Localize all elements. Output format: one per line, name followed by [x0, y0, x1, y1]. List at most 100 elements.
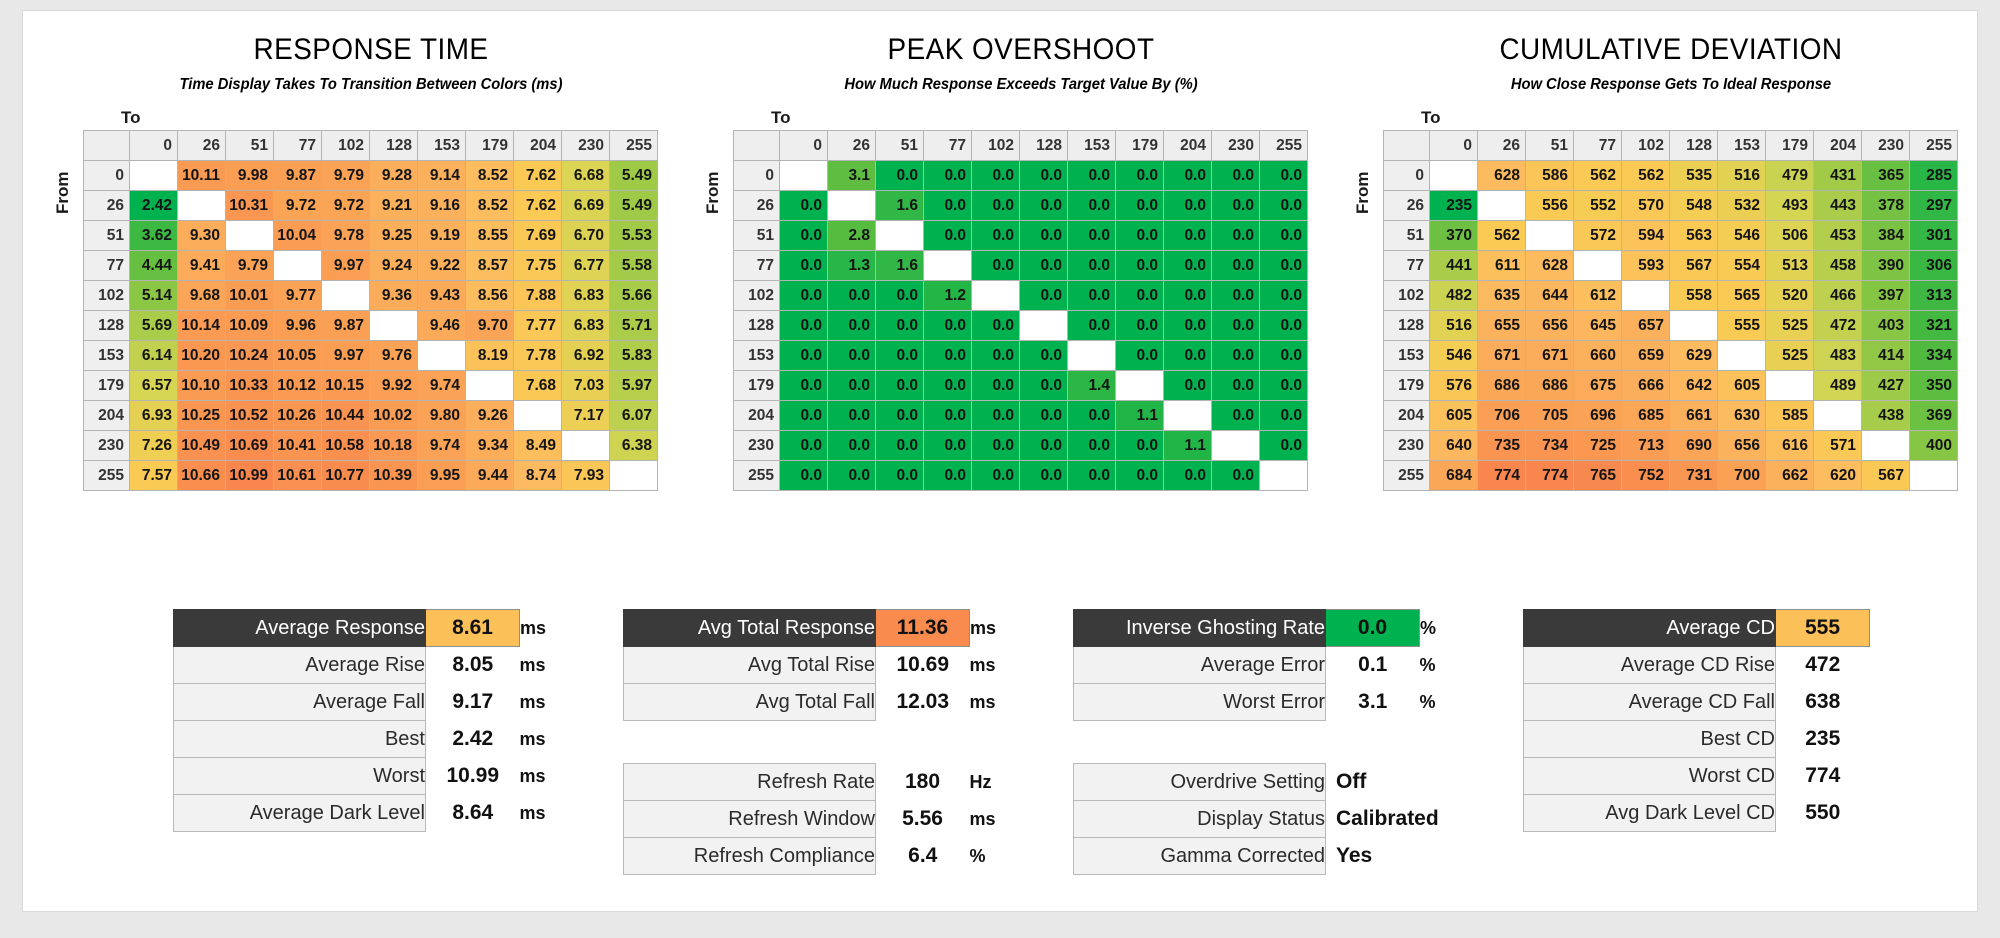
matrix-cell: 546: [1429, 340, 1478, 371]
matrix-cell: 0.0: [971, 400, 1020, 431]
stat-label: Average Response: [173, 609, 426, 647]
stat-label: Refresh Window: [623, 800, 876, 838]
row-header: 51: [733, 220, 780, 251]
matrix-cell: 0.0: [1019, 220, 1068, 251]
matrix-cell: 0.0: [1259, 310, 1308, 341]
matrix-row: 0 3.1 0.0 0.0 0.0 0.0 0.0 0.0 0.0 0.0 0.0: [733, 160, 1308, 191]
stat-label: Display Status: [1073, 800, 1326, 838]
matrix-row: 153 546 671 671 660 659 629 525 483 414 334: [1383, 340, 1958, 371]
matrix-cell: 630: [1717, 400, 1766, 431]
matrix-cell: 705: [1525, 400, 1574, 431]
matrix-cell: 235: [1429, 190, 1478, 221]
matrix-cell: 0.0: [827, 280, 876, 311]
stat-label: Average CD: [1523, 609, 1776, 647]
matrix-cell: 427: [1861, 370, 1910, 401]
matrix-row: 128 5.69 10.14 10.09 9.96 9.87 9.46 9.70 7.77 6.8…: [83, 310, 658, 341]
matrix-cell: 7.75: [513, 250, 562, 281]
column-header: 51: [225, 130, 274, 161]
matrix-cell: 567: [1861, 460, 1910, 491]
matrix-cell: 6.70: [561, 220, 610, 251]
stat-label: Avg Total Rise: [623, 646, 876, 684]
column-header: 77: [273, 130, 322, 161]
column-header: 26: [177, 130, 226, 161]
matrix-cell: [1813, 400, 1862, 431]
stat-table-cumulative-deviation: Average CD 555 Average CD Rise 472 Average C…: [1523, 609, 1928, 832]
column-header: 0: [779, 130, 828, 161]
matrix-cell: 9.96: [273, 310, 322, 341]
matrix-cell: 516: [1717, 160, 1766, 191]
row-header: 128: [83, 310, 130, 341]
matrix-cell: [177, 190, 226, 221]
matrix-cell: 567: [1669, 250, 1718, 281]
matrix-cell: 0.0: [1019, 430, 1068, 461]
stat-label: Average Error: [1073, 646, 1326, 684]
matrix-cell: 0.0: [1259, 400, 1308, 431]
matrix-cell: [417, 340, 466, 371]
matrix-cell: 0.0: [779, 340, 828, 371]
matrix-cell: 472: [1813, 310, 1862, 341]
stat-unit: [1870, 647, 1928, 684]
axis-label-to: To: [1421, 108, 1441, 127]
stat-label: Avg Total Fall: [623, 683, 876, 721]
matrix-cell: 10.12: [273, 370, 322, 401]
matrix-cell: 0.0: [875, 430, 924, 461]
stat-row: Avg Total Response 11.36 ms: [623, 609, 1028, 647]
matrix-cell: 0.0: [1211, 460, 1260, 491]
panel-response-time: RESPONSE TIME Time Display Takes To Tran…: [53, 33, 681, 491]
matrix-table: 0 26 51 77 102 128 153 179 204 230 255 0 3.1 0.0 0.0 0.…: [733, 130, 1308, 491]
stat-label: Refresh Rate: [623, 763, 876, 801]
matrix-cell: 9.21: [369, 190, 418, 221]
matrix-cell: 10.77: [321, 460, 370, 491]
row-header: 26: [83, 190, 130, 221]
row-header: 255: [1383, 460, 1430, 491]
matrix-cell: 0.0: [1067, 220, 1116, 251]
matrix-cell: 4.44: [129, 250, 178, 281]
matrix-cell: 0.0: [1019, 340, 1068, 371]
matrix-corner: [1383, 130, 1430, 161]
matrix-cell: 0.0: [1019, 190, 1068, 221]
matrix-cell: 0.0: [779, 310, 828, 341]
matrix-corner: [83, 130, 130, 161]
matrix-cell: 10.39: [369, 460, 418, 491]
column-header: 204: [513, 130, 562, 161]
matrix-cell: 7.93: [561, 460, 610, 491]
matrix-cell: 0.0: [779, 220, 828, 251]
matrix-cell: 0.0: [1259, 190, 1308, 221]
stat-unit: [1870, 795, 1928, 832]
matrix-corner: [733, 130, 780, 161]
matrix-cell: 0.0: [1163, 190, 1212, 221]
column-header: 51: [1525, 130, 1574, 161]
matrix-cell: 686: [1477, 370, 1526, 401]
matrix-cell: 0.0: [827, 430, 876, 461]
stat-value: 9.17: [452, 690, 494, 713]
matrix-cell: [1525, 220, 1574, 251]
stat-row: Average Fall 9.17 ms: [173, 683, 578, 721]
matrix-cell: 571: [1813, 430, 1862, 461]
matrix-cell: 548: [1669, 190, 1718, 221]
matrix-cell: 696: [1573, 400, 1622, 431]
matrix-cell: 285: [1909, 160, 1958, 191]
panel-subtitle: How Close Response Gets To Ideal Respons…: [1510, 76, 1832, 93]
matrix-cell: 0.0: [1211, 280, 1260, 311]
matrix-cell: 9.77: [273, 280, 322, 311]
stat-value: 11.36: [875, 609, 970, 647]
stat-row: Inverse Ghosting Rate 0.0%: [1073, 609, 1478, 647]
matrix-row: 153 6.14 10.20 10.24 10.05 9.97 9.76 8.19 7.78 6.…: [83, 340, 658, 371]
row-header: 179: [1383, 370, 1430, 401]
matrix-cell: 466: [1813, 280, 1862, 311]
matrix-cell: [513, 400, 562, 431]
matrix-cell: 656: [1525, 310, 1574, 341]
matrix-cell: 9.36: [369, 280, 418, 311]
matrix-cell: 10.66: [177, 460, 226, 491]
stat-row: Average Response 8.61 ms: [173, 609, 578, 647]
matrix-cell: 7.62: [513, 190, 562, 221]
matrix-cell: 7.68: [513, 370, 562, 401]
matrix-row: 128 516 655 656 645 657 555 525 472 403 321: [1383, 310, 1958, 341]
matrix-cell: 0.0: [1115, 460, 1164, 491]
matrix-cell: 5.69: [129, 310, 178, 341]
matrix-cell: 8.49: [513, 430, 562, 461]
matrix-cell: 0.0: [1211, 400, 1260, 431]
stat-row: Worst Error 3.1%: [1073, 683, 1478, 721]
matrix-cell: 443: [1813, 190, 1862, 221]
matrix-cell: 525: [1765, 340, 1814, 371]
